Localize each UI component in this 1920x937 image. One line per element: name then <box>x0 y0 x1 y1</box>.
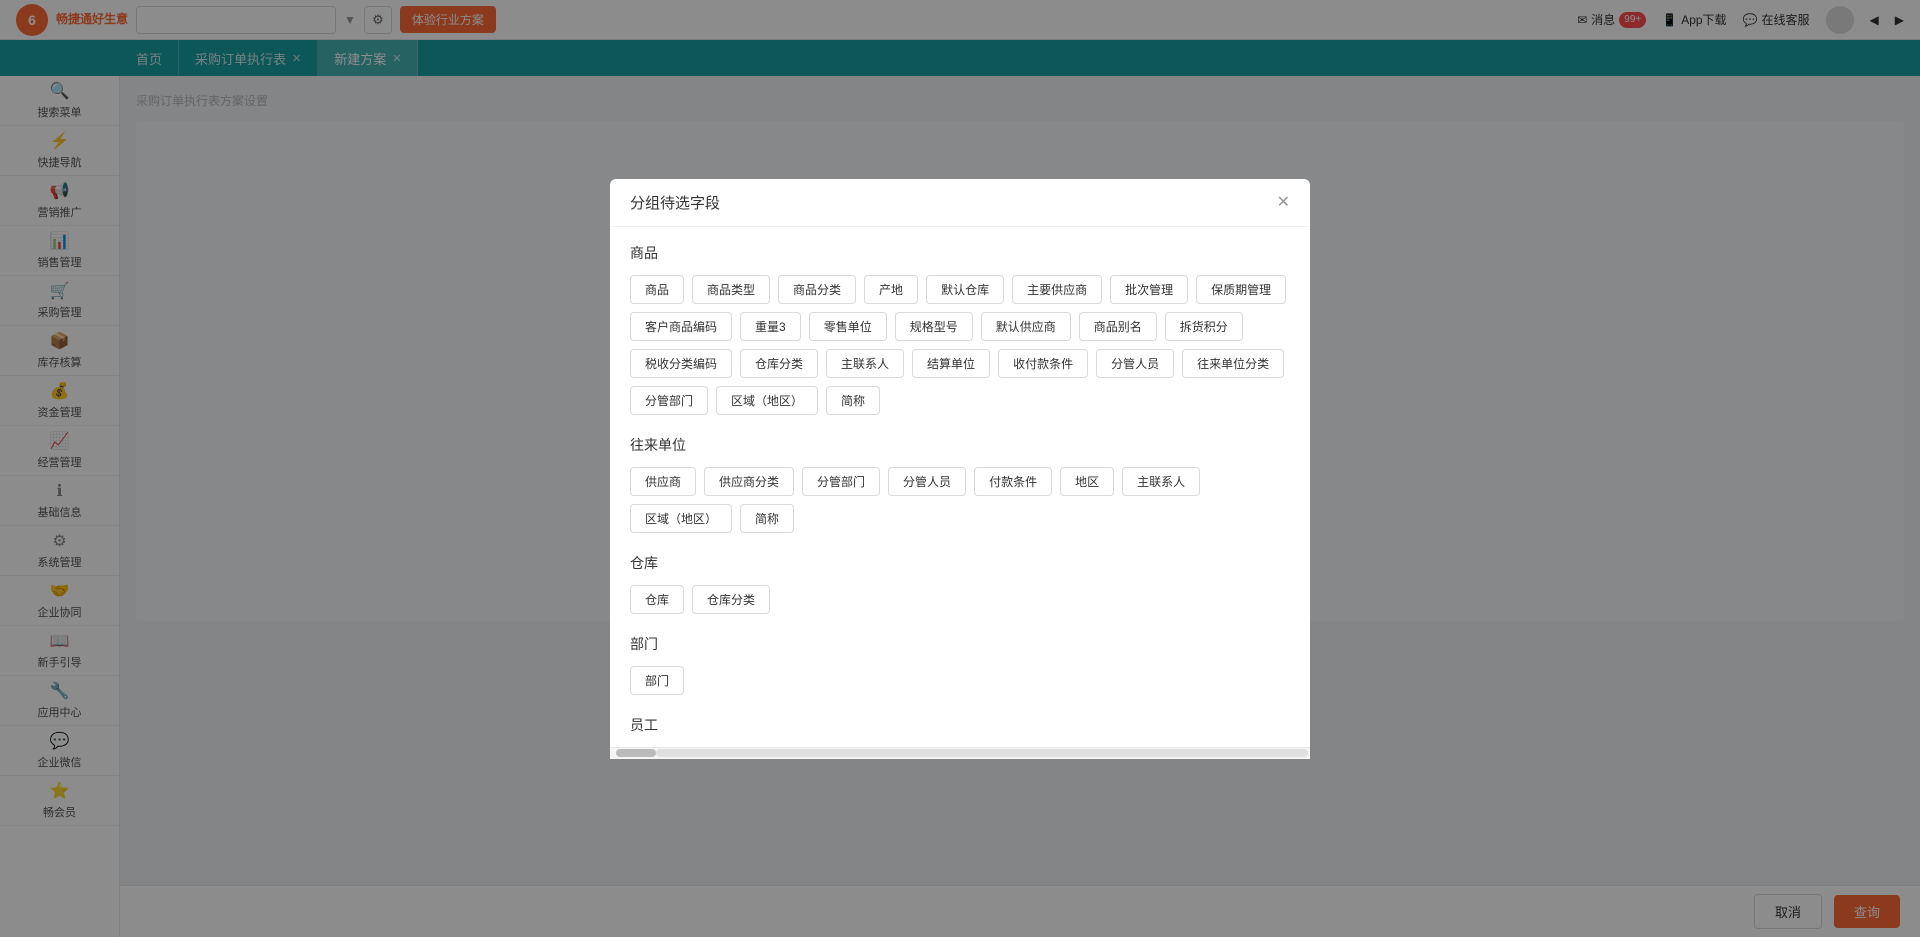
field-tag[interactable]: 默认供应商 <box>981 312 1071 341</box>
field-tag[interactable]: 往来单位分类 <box>1182 349 1284 378</box>
field-tag[interactable]: 区域（地区） <box>630 504 732 533</box>
modal-overlay: 分组待选字段 ✕ 商品商品商品类型商品分类产地默认仓库主要供应商批次管理保质期管… <box>0 0 1920 937</box>
field-tag[interactable]: 税收分类编码 <box>630 349 732 378</box>
field-section-products: 商品商品商品类型商品分类产地默认仓库主要供应商批次管理保质期管理客户商品编码重量… <box>630 243 1290 415</box>
modal-horizontal-scrollbar[interactable] <box>610 747 1310 759</box>
field-tag[interactable]: 产地 <box>864 275 918 304</box>
field-tag[interactable]: 拆货积分 <box>1165 312 1243 341</box>
modal-body: 商品商品商品类型商品分类产地默认仓库主要供应商批次管理保质期管理客户商品编码重量… <box>610 227 1310 747</box>
field-tag[interactable]: 简称 <box>826 386 880 415</box>
field-tag[interactable]: 分管人员 <box>1096 349 1174 378</box>
field-tag[interactable]: 付款条件 <box>974 467 1052 496</box>
field-tag[interactable]: 仓库分类 <box>740 349 818 378</box>
field-tag[interactable]: 重量3 <box>740 312 801 341</box>
field-section-title-warehouse: 仓库 <box>630 553 1290 573</box>
field-tag[interactable]: 批次管理 <box>1110 275 1188 304</box>
field-tag[interactable]: 收付款条件 <box>998 349 1088 378</box>
field-tag[interactable]: 分管部门 <box>630 386 708 415</box>
field-tags-warehouse: 仓库仓库分类 <box>630 585 1290 614</box>
field-tag[interactable]: 供应商 <box>630 467 696 496</box>
field-section-title-department: 部门 <box>630 634 1290 654</box>
field-section-warehouse: 仓库仓库仓库分类 <box>630 553 1290 614</box>
field-section-department: 部门部门 <box>630 634 1290 695</box>
field-tag[interactable]: 分管部门 <box>802 467 880 496</box>
field-tag[interactable]: 区域（地区） <box>716 386 818 415</box>
field-tag[interactable]: 地区 <box>1060 467 1114 496</box>
field-tags-products: 商品商品类型商品分类产地默认仓库主要供应商批次管理保质期管理客户商品编码重量3 零… <box>630 275 1290 415</box>
field-tag[interactable]: 客户商品编码 <box>630 312 732 341</box>
modal-close-button[interactable]: ✕ <box>1277 192 1290 212</box>
field-tag[interactable]: 商品 <box>630 275 684 304</box>
field-tag[interactable]: 默认仓库 <box>926 275 1004 304</box>
field-tag[interactable]: 结算单位 <box>912 349 990 378</box>
field-tag[interactable]: 主联系人 <box>1122 467 1200 496</box>
modal-dialog: 分组待选字段 ✕ 商品商品商品类型商品分类产地默认仓库主要供应商批次管理保质期管… <box>610 179 1310 759</box>
field-tags-department: 部门 <box>630 666 1290 695</box>
field-tag[interactable]: 简称 <box>740 504 794 533</box>
field-section-employee: 员工业务员 <box>630 715 1290 747</box>
modal-header: 分组待选字段 ✕ <box>610 179 1310 227</box>
field-tag[interactable]: 部门 <box>630 666 684 695</box>
field-tag[interactable]: 规格型号 <box>895 312 973 341</box>
field-tag[interactable]: 分管人员 <box>888 467 966 496</box>
modal-title: 分组待选字段 <box>630 192 720 213</box>
field-tag[interactable]: 主联系人 <box>826 349 904 378</box>
field-section-title-counterpart: 往来单位 <box>630 435 1290 455</box>
field-section-counterpart: 往来单位供应商供应商分类分管部门分管人员付款条件地区主联系人区域（地区） 简称 <box>630 435 1290 533</box>
field-tag[interactable]: 仓库分类 <box>692 585 770 614</box>
field-tag[interactable]: 仓库 <box>630 585 684 614</box>
field-tag[interactable]: 商品类型 <box>692 275 770 304</box>
field-tag[interactable]: 保质期管理 <box>1196 275 1286 304</box>
field-tags-counterpart: 供应商供应商分类分管部门分管人员付款条件地区主联系人区域（地区） 简称 <box>630 467 1290 533</box>
field-tag[interactable]: 主要供应商 <box>1012 275 1102 304</box>
field-section-title-products: 商品 <box>630 243 1290 263</box>
field-tag[interactable]: 商品分类 <box>778 275 856 304</box>
field-tag[interactable]: 供应商分类 <box>704 467 794 496</box>
field-section-title-employee: 员工 <box>630 715 1290 735</box>
field-tag[interactable]: 零售单位 <box>809 312 887 341</box>
field-tag[interactable]: 商品别名 <box>1079 312 1157 341</box>
